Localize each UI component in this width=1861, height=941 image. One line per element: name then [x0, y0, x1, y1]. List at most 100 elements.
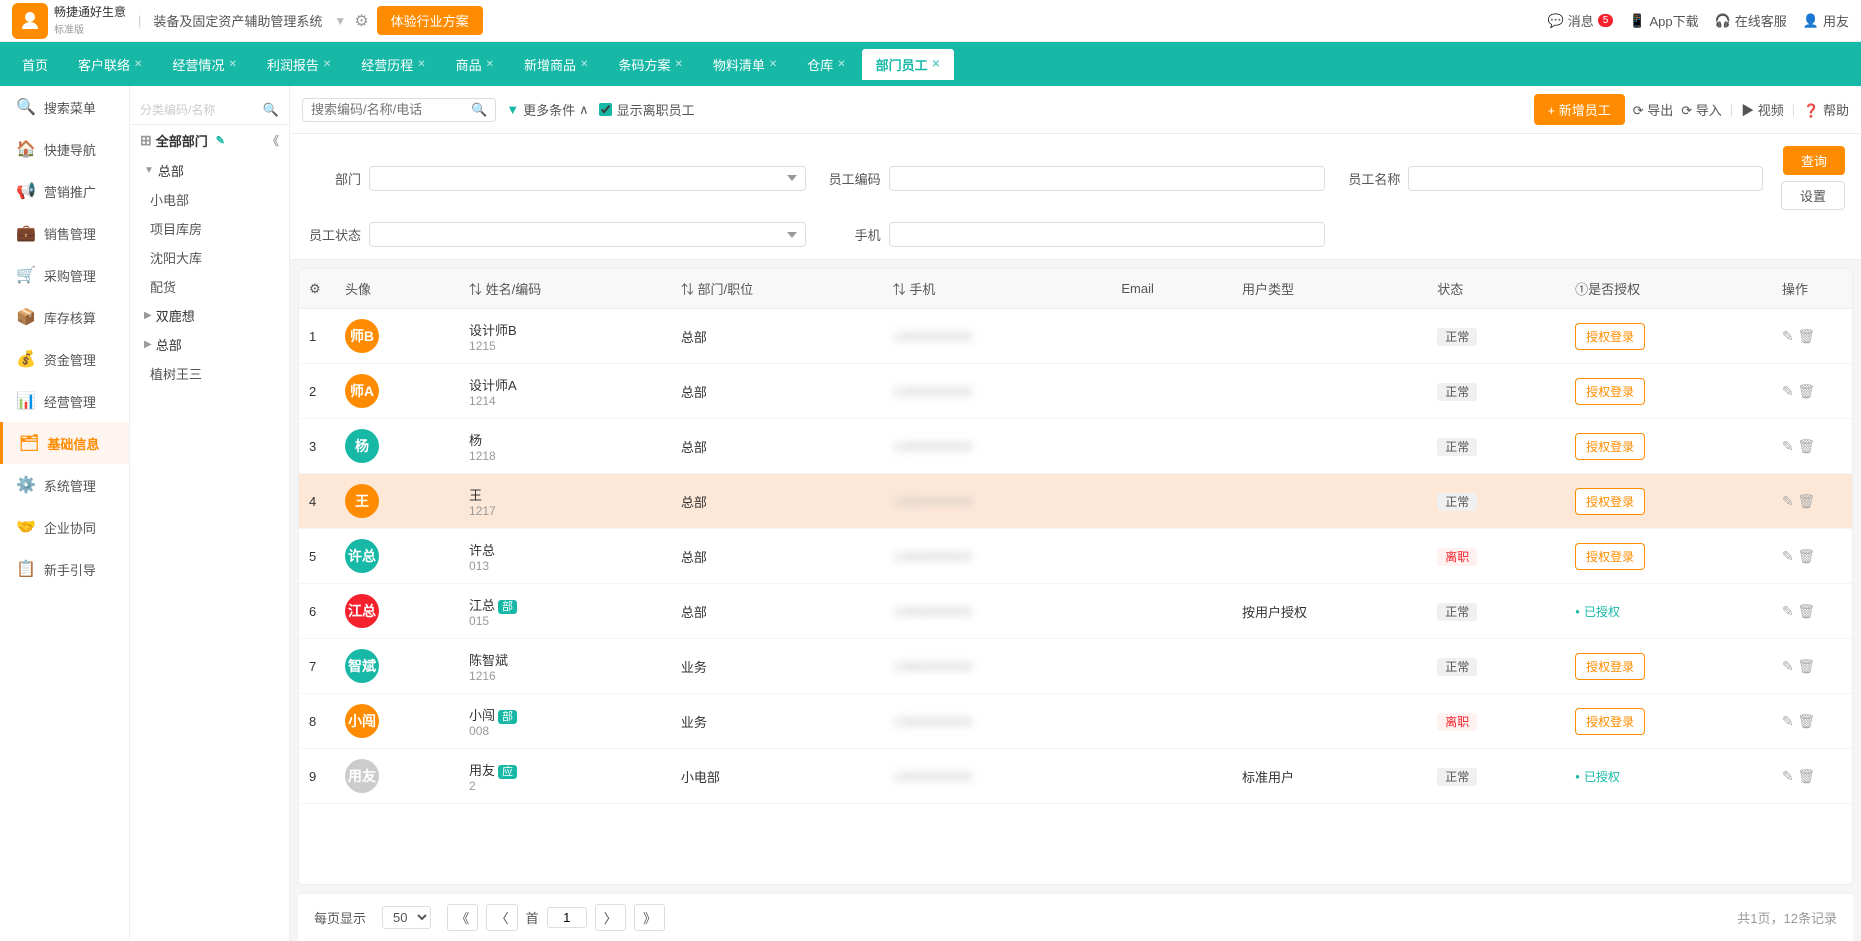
dept-search-icon[interactable]: 🔍 — [263, 102, 279, 118]
app-download-btn[interactable]: 📱 App下载 — [1629, 11, 1698, 30]
sidebar-item-search[interactable]: 🔍 搜索菜单 — [0, 86, 129, 128]
message-btn[interactable]: 💬 消息 5 — [1548, 11, 1614, 30]
edit-icon[interactable]: ✎ — [1782, 438, 1794, 454]
edit-icon[interactable]: ✎ — [1782, 328, 1794, 344]
auth-button[interactable]: 授权登录 — [1575, 323, 1645, 350]
help-btn[interactable]: ❓ 帮助 — [1803, 100, 1849, 119]
row-avatar-cell: 用友 — [335, 749, 459, 804]
edit-icon[interactable]: ✎ — [1782, 383, 1794, 399]
tab-home[interactable]: 首页 — [8, 49, 62, 80]
sidebar-item-marketing[interactable]: 📢 营销推广 — [0, 170, 129, 212]
auth-button[interactable]: 授权登录 — [1575, 433, 1645, 460]
row-avatar-cell: 江总 — [335, 584, 459, 639]
edit-icon[interactable]: ✎ — [1782, 603, 1794, 619]
dept-item-xiangmu[interactable]: 项目库房 — [130, 214, 289, 243]
dept-group-shuanglu[interactable]: ▶ 双鹿想 — [130, 301, 289, 330]
empcode-input[interactable] — [889, 166, 1326, 191]
sidebar-item-sales[interactable]: 💼 销售管理 — [0, 212, 129, 254]
query-btn[interactable]: 查询 — [1783, 146, 1845, 175]
search-icon: 🔍 — [16, 97, 36, 117]
dept-group-zongbu[interactable]: ▼ 总部 — [130, 156, 289, 185]
empname-input[interactable] — [1408, 166, 1763, 191]
sidebar-item-purchase[interactable]: 🛒 采购管理 — [0, 254, 129, 296]
sidebar-item-mgmt[interactable]: 📊 经营管理 — [0, 380, 129, 422]
tab-new-goods[interactable]: 新增商品 ✕ — [510, 49, 602, 80]
nav-tabs: 首页 客户联络 ✕ 经营情况 ✕ 利润报告 ✕ 经营历程 ✕ 商品 ✕ 新增商品… — [0, 42, 1861, 86]
sidebar-item-nav[interactable]: 🏠 快捷导航 — [0, 128, 129, 170]
delete-icon[interactable]: 🗑 — [1797, 658, 1815, 674]
online-service-btn[interactable]: 🎧 在线客服 — [1715, 11, 1787, 30]
tab-goods[interactable]: 商品 ✕ — [442, 49, 508, 80]
prev-page-btn[interactable]: 〈 — [486, 904, 517, 931]
next-page-btn[interactable]: 〉 — [595, 904, 626, 931]
col-settings[interactable]: ⚙ — [299, 269, 335, 309]
edit-icon[interactable]: ✎ — [1782, 713, 1794, 729]
auth-button[interactable]: 授权登录 — [1575, 378, 1645, 405]
page-input[interactable] — [547, 907, 587, 928]
sidebar-item-system[interactable]: ⚙️ 系统管理 — [0, 464, 129, 506]
sidebar-item-inventory[interactable]: 📦 库存核算 — [0, 296, 129, 338]
search-input[interactable] — [311, 102, 471, 117]
tab-profit[interactable]: 利润报告 ✕ — [253, 49, 345, 80]
delete-icon[interactable]: 🗑 — [1797, 383, 1815, 399]
first-page-btn[interactable]: 《 — [447, 904, 478, 931]
sidebar-item-guide[interactable]: 📋 新手引导 — [0, 548, 129, 590]
auth-button[interactable]: 授权登录 — [1575, 708, 1645, 735]
auth-button[interactable]: 授权登录 — [1575, 543, 1645, 570]
delete-icon[interactable]: 🗑 — [1797, 713, 1815, 729]
tab-bom[interactable]: 物料清单 ✕ — [699, 49, 791, 80]
dept-item-peihuo[interactable]: 配货 — [130, 272, 289, 301]
reset-btn[interactable]: 设置 — [1781, 181, 1845, 210]
tab-warehouse[interactable]: 仓库 ✕ — [793, 49, 859, 80]
col-name[interactable]: ⇅ 姓名/编码 — [459, 269, 671, 309]
filter-more-btn[interactable]: ▼ 更多条件 ∧ — [506, 100, 588, 119]
dept-search-input[interactable] — [140, 103, 263, 117]
dept-item-zhishu[interactable]: 植树王三 — [130, 359, 289, 388]
col-phone[interactable]: ⇅ 手机 — [883, 269, 1112, 309]
edit-icon[interactable]: ✎ — [1782, 768, 1794, 784]
try-btn[interactable]: 体验行业方案 — [377, 6, 483, 35]
tab-dept-staff[interactable]: 部门员工 ✕ — [862, 49, 954, 80]
tab-operation[interactable]: 经营情况 ✕ — [158, 49, 250, 80]
import-btn[interactable]: ⟳ 导入 — [1681, 100, 1722, 119]
edit-icon[interactable]: ✎ — [1782, 493, 1794, 509]
dept-item-shenyang[interactable]: 沈阳大库 — [130, 243, 289, 272]
delete-icon[interactable]: 🗑 — [1797, 768, 1815, 784]
tab-history[interactable]: 经营历程 ✕ — [347, 49, 439, 80]
auth-button[interactable]: 授权登录 — [1575, 488, 1645, 515]
sidebar-item-collab[interactable]: 🤝 企业协同 — [0, 506, 129, 548]
add-employee-btn[interactable]: + 新增员工 — [1534, 94, 1625, 125]
dept-group-zongbu2[interactable]: ▶ 总部 — [130, 330, 289, 359]
dept-edit-icon[interactable]: ✎ — [216, 134, 225, 147]
user-btn[interactable]: 👤 用友 — [1803, 11, 1849, 30]
per-page-select[interactable]: 50 — [382, 906, 431, 929]
delete-icon[interactable]: 🗑 — [1797, 328, 1815, 344]
dept-collapse-icon[interactable]: 《 — [267, 132, 279, 149]
show-resigned-checkbox[interactable] — [599, 103, 612, 116]
col-dept[interactable]: ⇅ 部门/职位 — [671, 269, 883, 309]
tab-barcode[interactable]: 条码方案 ✕ — [604, 49, 696, 80]
delete-icon[interactable]: 🗑 — [1797, 548, 1815, 564]
auth-button[interactable]: 授权登录 — [1575, 653, 1645, 680]
sidebar-item-basic[interactable]: 🗂 基础信息 — [0, 422, 129, 464]
delete-icon[interactable]: 🗑 — [1797, 493, 1815, 509]
dept-select[interactable] — [369, 166, 806, 191]
delete-icon[interactable]: 🗑 — [1797, 603, 1815, 619]
dept-search-bar: 🔍 — [130, 96, 289, 125]
last-page-btn[interactable]: 》 — [634, 904, 665, 931]
row-auth-cell: 已授权 — [1565, 584, 1772, 639]
view-btn[interactable]: ▶ 视频 — [1741, 100, 1784, 119]
row-phone-cell: 13800000000 — [883, 309, 1112, 364]
status-badge: 正常 — [1437, 658, 1477, 676]
gear-icon[interactable]: ⚙ — [354, 11, 368, 31]
export-btn[interactable]: ⟳ 导出 — [1633, 100, 1674, 119]
edit-icon[interactable]: ✎ — [1782, 658, 1794, 674]
delete-icon[interactable]: 🗑 — [1797, 438, 1815, 454]
phone-input[interactable] — [889, 222, 1326, 247]
dept-item-xiaodian[interactable]: 小电部 — [130, 185, 289, 214]
tab-customer[interactable]: 客户联络 ✕ — [64, 49, 156, 80]
edit-icon[interactable]: ✎ — [1782, 548, 1794, 564]
dept-all[interactable]: ⊞ 全部部门 ✎ 《 — [130, 125, 289, 156]
sidebar-item-finance[interactable]: 💰 资金管理 — [0, 338, 129, 380]
status-select[interactable] — [369, 222, 806, 247]
